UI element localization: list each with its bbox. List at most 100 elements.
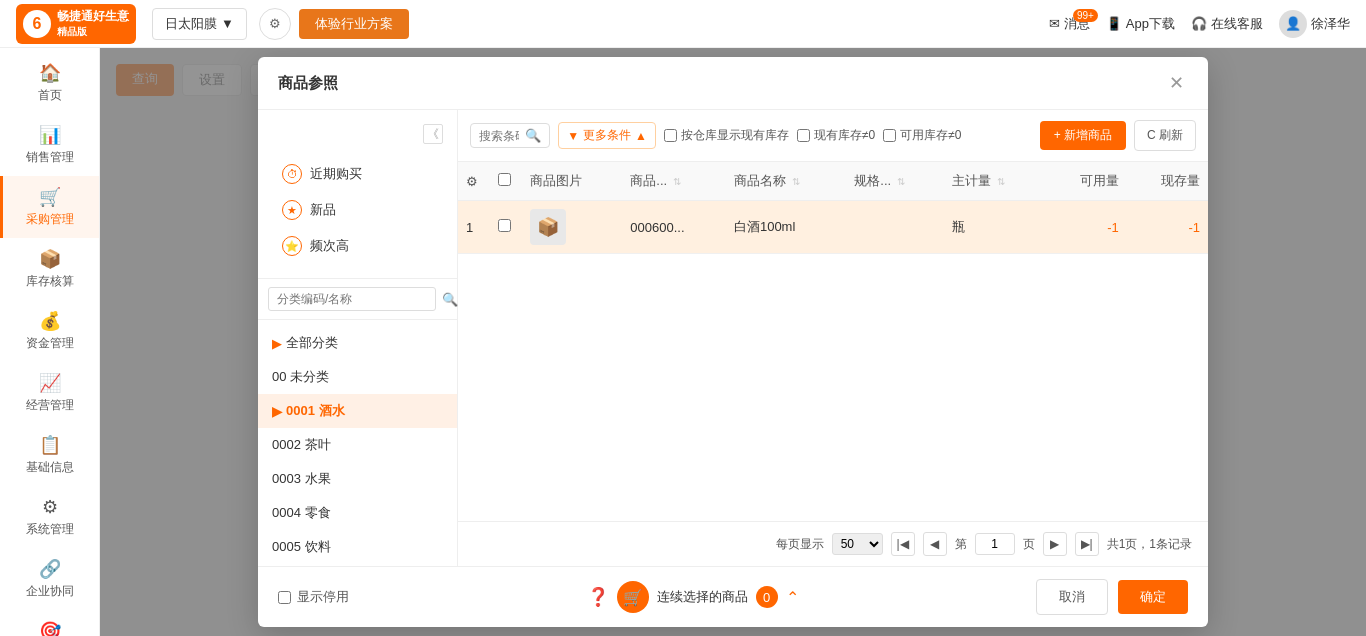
select-all-checkbox[interactable]	[498, 173, 511, 186]
settings-icon[interactable]: ⚙	[259, 8, 291, 40]
per-page-label: 每页显示	[776, 536, 824, 553]
sidebar-item-purchase[interactable]: 🛒 采购管理	[0, 176, 99, 238]
category-label: 00 未分类	[272, 368, 329, 386]
row-checkbox[interactable]	[498, 219, 511, 232]
footer-right: 取消 确定	[1036, 579, 1188, 615]
sidebar-item-enterprise[interactable]: 🔗 企业协同	[0, 548, 99, 610]
logo-title: 畅捷通好生意	[57, 8, 129, 25]
category-search-row: 🔍	[258, 279, 457, 320]
category-search-icon[interactable]: 🔍	[442, 292, 458, 307]
finance-icon: 💰	[39, 310, 61, 332]
sidebar-item-home[interactable]: 🏠 首页	[0, 52, 99, 114]
modal-header: 商品参照 ✕	[258, 57, 1208, 110]
refresh-button[interactable]: C 刷新	[1134, 120, 1196, 151]
online-service-label: 在线客服	[1211, 15, 1263, 33]
help-icon[interactable]: ❓	[587, 586, 609, 608]
user-avatar[interactable]: 👤 徐泽华	[1279, 10, 1350, 38]
warehouse-checkbox-label[interactable]: 按仓库显示现有库存	[664, 127, 789, 144]
sidebar-item-guide[interactable]: 🎯 新手引导	[0, 610, 99, 636]
col-spec[interactable]: 规格... ⇅	[846, 162, 944, 201]
cancel-button[interactable]: 取消	[1036, 579, 1108, 615]
message-badge: 99+	[1073, 9, 1098, 22]
modal-footer: 显示停用 ❓ 🛒 连续选择的商品 0 ⌃ 取消	[258, 566, 1208, 627]
sidebar-item-system[interactable]: ⚙ 系统管理	[0, 486, 99, 548]
product-search-input[interactable]	[479, 129, 519, 143]
category-drink[interactable]: 0005 饮料	[258, 530, 457, 564]
col-available[interactable]: 可用量	[1046, 162, 1127, 201]
warehouse-checkbox[interactable]	[664, 129, 677, 142]
quick-item-frequent[interactable]: ⭐ 频次高	[268, 228, 447, 264]
category-uncategorized[interactable]: 00 未分类	[258, 360, 457, 394]
category-label: 全部分类	[286, 334, 338, 352]
available-checkbox-label[interactable]: 现有库存≠0	[797, 127, 875, 144]
store-dropdown[interactable]: 日太阳膜 ▼	[152, 8, 247, 40]
headset-icon: 🎧	[1191, 16, 1207, 31]
col-settings[interactable]: ⚙	[458, 162, 490, 201]
purchase-icon: 🛒	[39, 186, 61, 208]
active-bar	[0, 176, 3, 238]
last-page-button[interactable]: ▶|	[1075, 532, 1099, 556]
phone-icon: 📱	[1106, 16, 1122, 31]
modal-close-button[interactable]: ✕	[1164, 71, 1188, 95]
col-stock[interactable]: 现存量	[1127, 162, 1208, 201]
logo-icon: 6	[23, 10, 51, 38]
avatar-icon: 👤	[1279, 10, 1307, 38]
category-tea[interactable]: 0002 茶叶	[258, 428, 457, 462]
sidebar-item-business[interactable]: 📈 经营管理	[0, 362, 99, 424]
app-download-button[interactable]: 📱 App下载	[1106, 15, 1175, 33]
sidebar-item-base[interactable]: 📋 基础信息	[0, 424, 99, 486]
footer-collapse-arrow[interactable]: ⌃	[786, 588, 799, 607]
usable-checkbox-label[interactable]: 可用库存≠0	[883, 127, 961, 144]
category-snack[interactable]: 0004 零食	[258, 496, 457, 530]
filter-button[interactable]: ▼ 更多条件 ▲	[558, 122, 656, 149]
category-all[interactable]: ▶ 全部分类	[258, 326, 457, 360]
show-disabled-text: 显示停用	[297, 588, 349, 606]
confirm-button[interactable]: 确定	[1118, 580, 1188, 614]
table-row[interactable]: 1 📦 000600... 白酒100ml 瓶	[458, 201, 1208, 254]
page-number-input[interactable]	[975, 533, 1015, 555]
show-disabled-label[interactable]: 显示停用	[278, 588, 349, 606]
navbar-right: ✉ 消息 99+ 📱 App下载 🎧 在线客服 👤 徐泽华	[1049, 10, 1350, 38]
page-prefix: 第	[955, 536, 967, 553]
next-page-button[interactable]: ▶	[1043, 532, 1067, 556]
online-service-button[interactable]: 🎧 在线客服	[1191, 15, 1263, 33]
col-unit[interactable]: 主计量 ⇅	[944, 162, 1045, 201]
quick-item-label: 新品	[310, 201, 336, 219]
col-checkbox[interactable]	[490, 162, 522, 201]
sidebar-item-inventory[interactable]: 📦 库存核算	[0, 238, 99, 300]
cart-icon[interactable]: 🛒	[617, 581, 649, 613]
row-checkbox-cell[interactable]	[490, 201, 522, 254]
product-search-box[interactable]: 🔍	[470, 123, 550, 148]
modal-toolbar: 🔍 ▼ 更多条件 ▲ 按仓库显示现有库存	[458, 110, 1208, 162]
first-page-button[interactable]: |◀	[891, 532, 915, 556]
category-search-input[interactable]	[268, 287, 436, 311]
experience-button[interactable]: 体验行业方案	[299, 9, 409, 39]
category-fruit[interactable]: 0003 水果	[258, 462, 457, 496]
frequent-icon: ⭐	[282, 236, 302, 256]
collapse-button[interactable]: 《	[423, 124, 443, 144]
add-product-button[interactable]: + 新增商品	[1040, 121, 1126, 150]
show-disabled-checkbox[interactable]	[278, 591, 291, 604]
sidebar-item-label: 资金管理	[26, 335, 74, 352]
col-name[interactable]: 商品名称 ⇅	[726, 162, 846, 201]
quick-item-label: 近期购买	[310, 165, 362, 183]
modal-body: 《 ⏱ 近期购买 ★ 新品	[258, 110, 1208, 566]
prev-page-button[interactable]: ◀	[923, 532, 947, 556]
search-icon[interactable]: 🔍	[525, 128, 541, 143]
usable-checkbox[interactable]	[883, 129, 896, 142]
quick-item-recent[interactable]: ⏱ 近期购买	[268, 156, 447, 192]
category-liquor[interactable]: ▶ 0001 酒水	[258, 394, 457, 428]
sidebar-item-finance[interactable]: 💰 资金管理	[0, 300, 99, 362]
col-code[interactable]: 商品... ⇅	[622, 162, 726, 201]
arrow-icon: ▶	[272, 336, 282, 351]
per-page-select[interactable]: 50 100 200	[832, 533, 883, 555]
message-button[interactable]: ✉ 消息 99+	[1049, 15, 1090, 33]
sidebar-item-sales[interactable]: 📊 销售管理	[0, 114, 99, 176]
available-checkbox[interactable]	[797, 129, 810, 142]
quick-item-new[interactable]: ★ 新品	[268, 192, 447, 228]
row-spec	[846, 201, 944, 254]
continuous-label: 连续选择的商品	[657, 588, 748, 606]
sidebar-item-label: 库存核算	[26, 273, 74, 290]
recent-icon: ⏱	[282, 164, 302, 184]
business-icon: 📈	[39, 372, 61, 394]
